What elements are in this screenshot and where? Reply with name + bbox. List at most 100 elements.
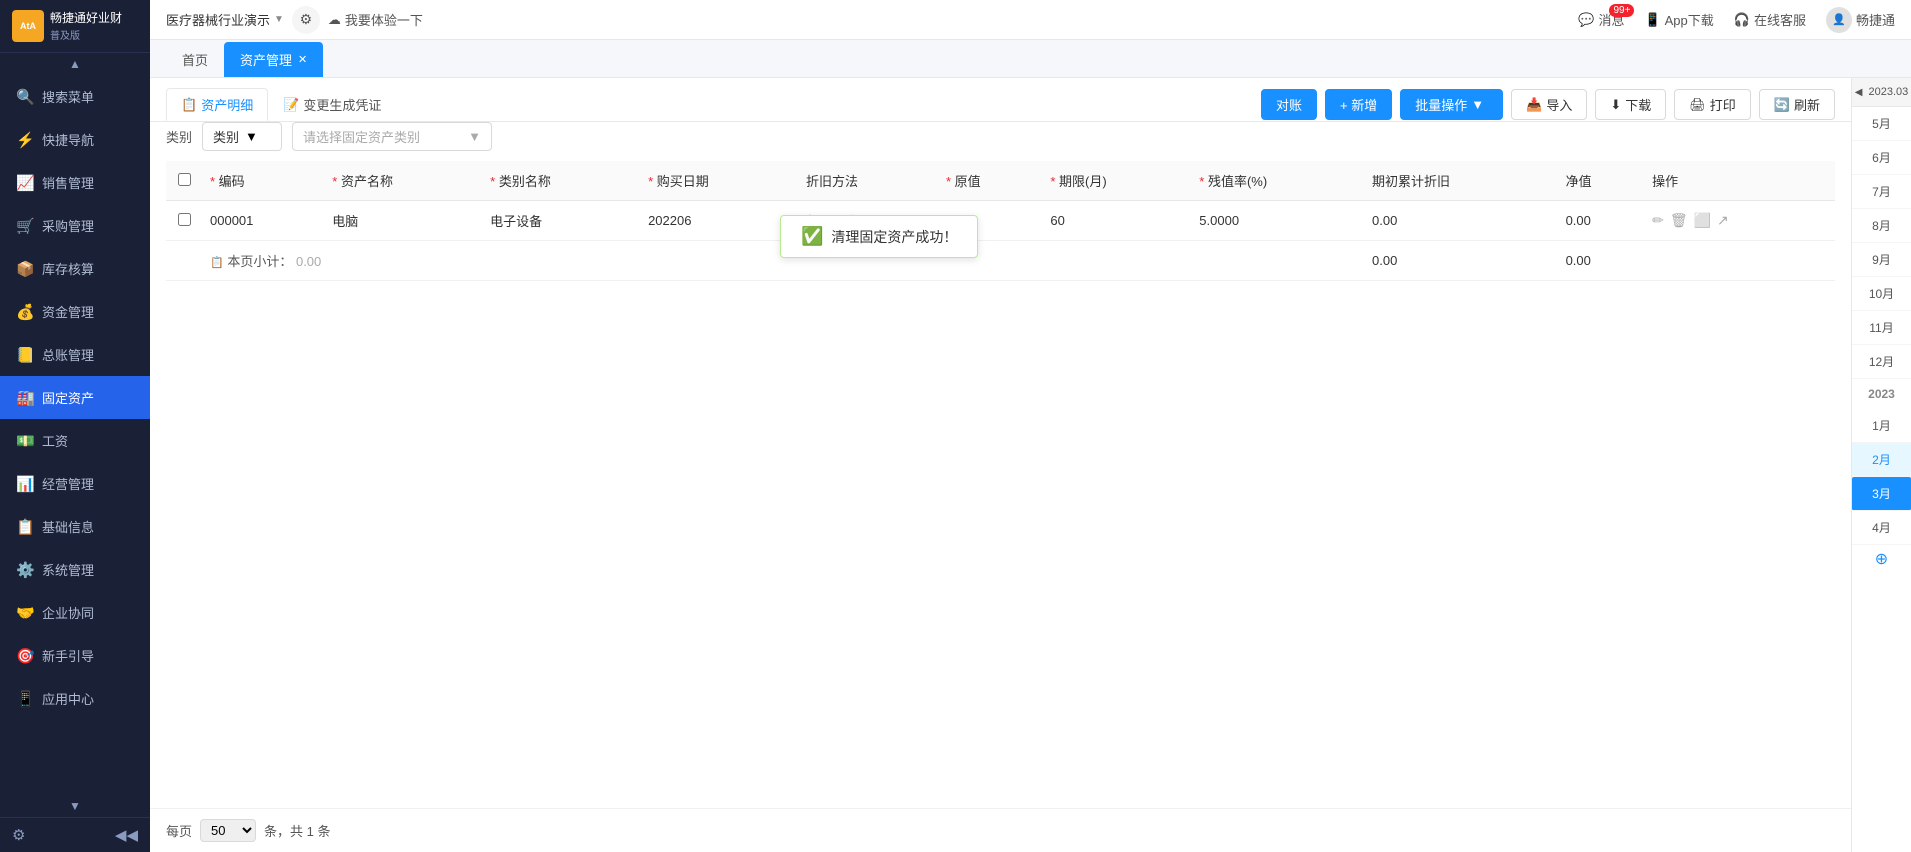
col-purchase-date: 购买日期 <box>640 161 798 201</box>
messages-badge: 99+ <box>1609 4 1634 17</box>
row-checkbox[interactable] <box>178 213 191 226</box>
experience-text: 我要体验一下 <box>345 10 423 29</box>
row-name: 电脑 <box>324 201 482 241</box>
cloud-icon: ☁ <box>328 12 341 28</box>
calendar-month-9[interactable]: 9月 <box>1852 243 1911 277</box>
app-edition: 普及版 <box>50 27 122 42</box>
tab-change-voucher[interactable]: 📝 变更生成凭证 <box>268 88 396 121</box>
category-input-select[interactable]: 请选择固定资产类别 ▼ <box>292 122 492 151</box>
operations-icon: 📊 <box>16 475 34 493</box>
copy-icon[interactable]: ⬜ <box>1694 212 1711 229</box>
toast-message: 清理固定资产成功！ <box>831 227 957 247</box>
sidebar-item-guide[interactable]: 🎯 新手引导 <box>0 634 150 677</box>
filter-row: 类别 类别 ▼ 请选择固定资产类别 ▼ <box>150 122 1851 161</box>
calendar-month-6[interactable]: 6月 <box>1852 141 1911 175</box>
download-button[interactable]: ⬇ 下载 <box>1595 89 1666 120</box>
success-check-icon: ✅ <box>801 226 823 247</box>
calendar-month-5[interactable]: 5月 <box>1852 107 1911 141</box>
experience-button[interactable]: ☁ 我要体验一下 <box>328 10 423 29</box>
sidebar-item-operations[interactable]: 📊 经营管理 <box>0 462 150 505</box>
col-depreciation-method: 折旧方法 <box>798 161 938 201</box>
refresh-button[interactable]: 🔄 刷新 <box>1759 89 1835 120</box>
asset-detail-icon: 📋 <box>181 97 197 113</box>
success-toast: ✅ 清理固定资产成功！ <box>780 215 978 258</box>
inventory-icon: 📦 <box>16 260 34 278</box>
tab-asset-detail[interactable]: 📋 资产明细 <box>166 88 268 121</box>
calendar-month-7[interactable]: 7月 <box>1852 175 1911 209</box>
add-button[interactable]: + 新增 <box>1325 89 1392 120</box>
more-icon[interactable]: ↗ <box>1717 212 1729 229</box>
table-header-checkbox[interactable] <box>166 161 202 201</box>
messages-button[interactable]: 💬 消息 99+ <box>1578 10 1624 29</box>
calendar-month-1[interactable]: 1月 <box>1852 409 1911 443</box>
sidebar-item-appcenter[interactable]: 📱 应用中心 <box>0 677 150 720</box>
sidebar-item-capital[interactable]: 💰 资金管理 <box>0 290 150 333</box>
subtotal-actions-empty <box>1644 241 1835 281</box>
delete-icon[interactable]: 🗑 <box>1670 212 1688 229</box>
sidebar-item-system[interactable]: ⚙️ 系统管理 <box>0 548 150 591</box>
print-button[interactable]: 🖨 打印 <box>1674 89 1751 120</box>
row-actions: ✏ 🗑 ⬜ ↗ <box>1644 201 1835 241</box>
app-title-block: 畅捷通好业财 普及版 <box>50 10 122 42</box>
reconcile-button[interactable]: 对账 <box>1261 89 1317 120</box>
company-name: 医疗器械行业演示 <box>166 10 270 29</box>
enterprise-icon: 🤝 <box>16 604 34 622</box>
topbar-settings-button[interactable]: ⚙ <box>292 6 320 34</box>
sidebar-item-sales[interactable]: 📈 销售管理 <box>0 161 150 204</box>
sidebar-item-ledger[interactable]: 📒 总账管理 <box>0 333 150 376</box>
sidebar-item-basics[interactable]: 📋 基础信息 <box>0 505 150 548</box>
sidebar-item-search[interactable]: 🔍 搜索菜单 <box>0 75 150 118</box>
per-page-select[interactable]: 50 100 200 <box>200 819 256 842</box>
calendar-month-3[interactable]: 3月 <box>1852 477 1911 511</box>
inner-tabs: 📋 资产明细 📝 变更生成凭证 对账 + 新增 <box>150 78 1851 122</box>
pagination: 每页 50 100 200 条，共 1 条 <box>150 808 1851 852</box>
calendar-month-8[interactable]: 8月 <box>1852 209 1911 243</box>
app-download-label: App下载 <box>1665 10 1714 29</box>
calendar-month-2[interactable]: 2月 <box>1852 443 1911 477</box>
row-code: 000001 <box>202 201 324 241</box>
sales-icon: 📈 <box>16 174 34 192</box>
row-checkbox-cell[interactable] <box>166 201 202 241</box>
calendar-month-12[interactable]: 12月 <box>1852 345 1911 379</box>
add-label: + 新增 <box>1340 95 1377 114</box>
sidebar-item-fixed-assets[interactable]: 🏭 固定资产 <box>0 376 150 419</box>
refresh-label: 刷新 <box>1794 95 1820 114</box>
calendar-down-icon[interactable]: ⊕ <box>1875 549 1888 569</box>
sidebar-item-inventory[interactable]: 📦 库存核算 <box>0 247 150 290</box>
company-dropdown-icon[interactable]: ▼ <box>274 14 284 25</box>
sidebar-item-payroll[interactable]: 💵 工资 <box>0 419 150 462</box>
calendar-period: 2023.03 <box>1868 86 1908 98</box>
topbar: 医疗器械行业演示 ▼ ⚙ ☁ 我要体验一下 💬 消息 99+ 📱 App下载 <box>150 0 1911 40</box>
select-all-checkbox[interactable] <box>178 173 191 186</box>
sidebar-scroll-down-button[interactable]: ▼ <box>0 797 150 815</box>
calendar-month-4[interactable]: 4月 <box>1852 511 1911 545</box>
tab-close-icon[interactable]: ✕ <box>298 53 307 66</box>
settings-bottom-icon[interactable]: ⚙ <box>12 826 25 844</box>
home-tab-label: 首页 <box>182 50 208 69</box>
col-residual-rate: 残值率(%) <box>1191 161 1364 201</box>
sidebar-item-enterprise[interactable]: 🤝 企业协同 <box>0 591 150 634</box>
calendar-month-10[interactable]: 10月 <box>1852 277 1911 311</box>
sidebar-item-purchase[interactable]: 🛒 采购管理 <box>0 204 150 247</box>
collapse-sidebar-icon[interactable]: ◀◀ <box>115 826 138 844</box>
category-select[interactable]: 类别 ▼ <box>202 122 282 151</box>
user-menu-button[interactable]: 👤 畅捷通 <box>1826 7 1895 33</box>
calendar-month-11[interactable]: 11月 <box>1852 311 1911 345</box>
tab-asset-management[interactable]: 资产管理 ✕ <box>224 42 323 77</box>
subtotal-text: 本页小计： <box>227 254 292 269</box>
edit-icon[interactable]: ✏ <box>1652 212 1664 229</box>
app-download-button[interactable]: 📱 App下载 <box>1644 10 1713 29</box>
row-initial-depreciation: 0.00 <box>1364 201 1558 241</box>
import-icon: 📥 <box>1526 97 1542 113</box>
sidebar-item-quicknav[interactable]: ⚡ 快捷导航 <box>0 118 150 161</box>
sidebar-scroll-up-button[interactable]: ▲ <box>0 55 150 73</box>
company-selector[interactable]: 医疗器械行业演示 ▼ <box>166 10 284 29</box>
download-label: 下载 <box>1625 95 1651 114</box>
batch-operations-button[interactable]: 批量操作 ▼ <box>1400 89 1503 120</box>
collapse-calendar-icon[interactable]: ◀ <box>1855 87 1863 98</box>
sidebar-bottom: ⚙ ◀◀ <box>0 817 150 852</box>
asset-table: 编码 资产名称 类别名称 购买日期 折旧方法 原值 期限(月) 残值率(%) 期… <box>166 161 1835 281</box>
online-service-button[interactable]: 🎧 在线客服 <box>1734 10 1806 29</box>
import-button[interactable]: 📥 导入 <box>1511 89 1587 120</box>
tab-home[interactable]: 首页 <box>166 42 224 77</box>
